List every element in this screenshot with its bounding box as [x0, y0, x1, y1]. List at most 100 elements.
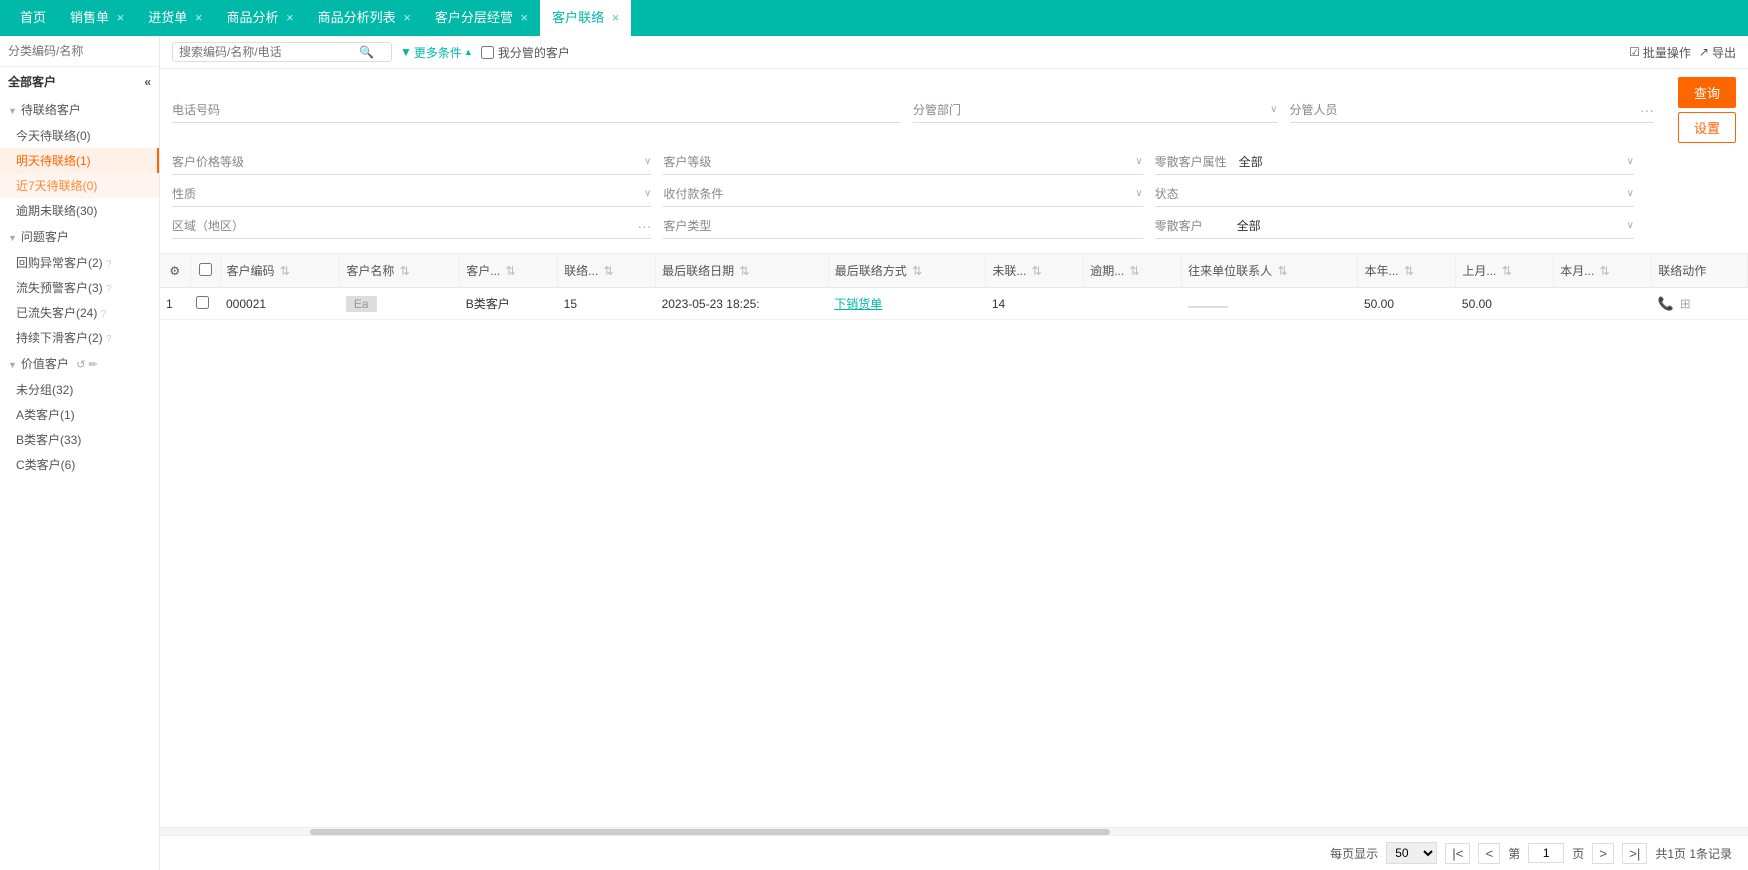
filter-row-1: 电话号码 分管部门 ∨ 分管人员 ··· 查询 设置: [172, 77, 1736, 143]
th-uncontacted[interactable]: 未联... ⇅: [986, 254, 1084, 288]
sidebar-item-class-a[interactable]: A类客户(1): [0, 402, 159, 427]
action-grid-icon[interactable]: ⊞: [1680, 296, 1691, 312]
th-name[interactable]: 客户名称 ⇅: [340, 254, 460, 288]
row-checkbox[interactable]: [196, 296, 209, 309]
scrollbar-thumb[interactable]: [310, 829, 1110, 835]
sort-contact-icon: ⇅: [604, 264, 614, 278]
my-customers-checkbox[interactable]: 我分管的客户: [481, 44, 570, 61]
th-gear[interactable]: ⚙: [160, 254, 190, 288]
query-button[interactable]: 查询: [1678, 77, 1736, 108]
th-checkbox[interactable]: [190, 254, 220, 288]
page-suffix: 页: [1572, 845, 1584, 862]
sidebar: 🔍 全部客户 « 待联络客户 今天待联络(0) 明天待联络(1) 近7天待联络(…: [0, 36, 160, 870]
nav-sales[interactable]: 销售单 ×: [58, 0, 136, 36]
td-last-method[interactable]: 下销货单: [828, 288, 986, 320]
sidebar-search-input[interactable]: [8, 44, 160, 58]
manager-dots-icon[interactable]: ···: [1640, 102, 1654, 118]
customer-level-field[interactable]: 客户等级 ∨: [663, 149, 1142, 175]
horizontal-scrollbar[interactable]: [160, 827, 1748, 835]
nav-customer-contact[interactable]: 客户联络 ×: [540, 0, 631, 36]
payment-chevron-icon: ∨: [1135, 188, 1142, 199]
sidebar-group-problem[interactable]: 问题客户: [0, 223, 159, 250]
th-overdue[interactable]: 逾期... ⇅: [1084, 254, 1182, 288]
more-conditions-btn[interactable]: ▼ 更多条件 ▲: [400, 44, 473, 61]
retail-customer-chevron-icon: ∨: [1627, 220, 1634, 231]
total-label: 共1页 1条记录: [1655, 845, 1732, 862]
sidebar-group-value[interactable]: 价值客户 ↺ ✏: [0, 350, 159, 377]
filter-row-2: 客户价格等级 ∨ 客户等级 ∨ 零散客户属性 全部 ∨: [172, 149, 1736, 175]
th-last-date[interactable]: 最后联络日期 ⇅: [656, 254, 829, 288]
manager-field[interactable]: 分管人员 ···: [1290, 97, 1655, 123]
next-page-btn[interactable]: >: [1592, 843, 1614, 864]
dept-field[interactable]: 分管部门 ∨: [913, 97, 1278, 123]
td-checkbox[interactable]: [190, 288, 220, 320]
right-actions: ☑ 批量操作 ↗ 导出: [1629, 44, 1736, 61]
region-field[interactable]: 区域（地区） ···: [172, 213, 651, 239]
action-phone-icon[interactable]: 📞: [1658, 296, 1674, 312]
th-code[interactable]: 客户编码 ⇅: [220, 254, 340, 288]
sidebar-item-ungrouped[interactable]: 未分组(32): [0, 377, 159, 402]
sidebar-group-pending[interactable]: 待联络客户: [0, 96, 159, 123]
last-page-btn[interactable]: >|: [1622, 843, 1647, 864]
th-type[interactable]: 客户... ⇅: [460, 254, 558, 288]
sidebar-item-lost-warning[interactable]: 流失预警客户(3) ?: [0, 275, 159, 300]
set-button[interactable]: 设置: [1678, 112, 1736, 143]
retail-attr-field[interactable]: 零散客户属性 全部 ∨: [1155, 149, 1634, 175]
search-box: 🔍: [172, 42, 392, 62]
first-page-btn[interactable]: |<: [1445, 843, 1470, 864]
th-this-month[interactable]: 本月... ⇅: [1554, 254, 1652, 288]
price-level-field[interactable]: 客户价格等级 ∨: [172, 149, 651, 175]
last-method-link[interactable]: 下销货单: [834, 297, 882, 311]
sidebar-item-7days[interactable]: 近7天待联络(0): [0, 173, 159, 198]
export-btn[interactable]: ↗ 导出: [1699, 44, 1736, 61]
td-this-month: [1554, 288, 1652, 320]
nav-purchase[interactable]: 进货单 ×: [136, 0, 214, 36]
page-input[interactable]: [1528, 843, 1564, 863]
th-contact-person[interactable]: 往来单位联系人 ⇅: [1182, 254, 1358, 288]
page-label: 第: [1508, 845, 1520, 862]
table-row: 1 000021 Ea B类客户 15 2023-05-23 18:25: 下销…: [160, 288, 1748, 320]
sidebar-item-overdue[interactable]: 逾期未联络(30): [0, 198, 159, 223]
my-customers-check[interactable]: [481, 46, 494, 59]
sidebar-item-tomorrow[interactable]: 明天待联络(1): [0, 148, 159, 173]
sidebar-all-customers[interactable]: 全部客户 «: [0, 67, 159, 96]
th-last-month[interactable]: 上月... ⇅: [1456, 254, 1554, 288]
sidebar-item-class-b[interactable]: B类客户(33): [0, 427, 159, 452]
retail-customer-field[interactable]: 零散客户 全部 ∨: [1155, 213, 1634, 239]
th-this-year[interactable]: 本年... ⇅: [1358, 254, 1456, 288]
status-field[interactable]: 状态 ∨: [1155, 181, 1634, 207]
search-input[interactable]: [179, 45, 359, 59]
nav-customer-layered[interactable]: 客户分层经营 ×: [423, 0, 540, 36]
sort-overdue-icon: ⇅: [1130, 264, 1140, 278]
nav-product-analysis-list[interactable]: 商品分析列表 ×: [306, 0, 423, 36]
th-contact-count[interactable]: 联络... ⇅: [558, 254, 656, 288]
sidebar-item-class-c[interactable]: C类客户(6): [0, 452, 159, 477]
collapse-icon[interactable]: «: [144, 75, 151, 89]
th-last-method[interactable]: 最后联络方式 ⇅: [828, 254, 986, 288]
nav-product-analysis[interactable]: 商品分析 ×: [214, 0, 305, 36]
nature-label: 性质: [172, 185, 242, 202]
dept-label: 分管部门: [913, 101, 983, 118]
nature-field[interactable]: 性质 ∨: [172, 181, 651, 207]
sidebar-item-repurchase-abnormal[interactable]: 回购异常客户(2) ?: [0, 250, 159, 275]
per-page-select[interactable]: 50 100 200: [1386, 842, 1437, 864]
batch-op-btn[interactable]: ☑ 批量操作: [1629, 44, 1691, 61]
price-level-chevron-icon: ∨: [644, 156, 651, 167]
select-all-checkbox[interactable]: [199, 263, 212, 276]
customer-level-label: 客户等级: [663, 153, 733, 170]
sort-code-icon: ⇅: [280, 264, 290, 278]
sidebar-item-today[interactable]: 今天待联络(0): [0, 123, 159, 148]
export-icon: ↗: [1699, 45, 1709, 59]
sidebar-item-declining[interactable]: 持续下滑客户(2) ?: [0, 325, 159, 350]
sidebar-item-lost[interactable]: 已流失客户(24) ?: [0, 300, 159, 325]
nav-home[interactable]: 首页: [8, 0, 58, 36]
retail-attr-label: 零散客户属性: [1155, 153, 1227, 170]
search-submit-icon[interactable]: 🔍: [359, 45, 374, 59]
filter-bar: 🔍 ▼ 更多条件 ▲ 我分管的客户 ☑ 批量操作 ↗ 导出: [160, 36, 1748, 69]
customer-type-field[interactable]: 客户类型: [663, 213, 1142, 239]
prev-page-btn[interactable]: <: [1478, 843, 1500, 864]
filter-actions: 查询 设置: [1678, 77, 1736, 143]
filter-icon: ▼: [400, 45, 412, 59]
payment-field[interactable]: 收付款条件 ∨: [663, 181, 1142, 207]
region-dots-icon[interactable]: ···: [637, 218, 651, 234]
